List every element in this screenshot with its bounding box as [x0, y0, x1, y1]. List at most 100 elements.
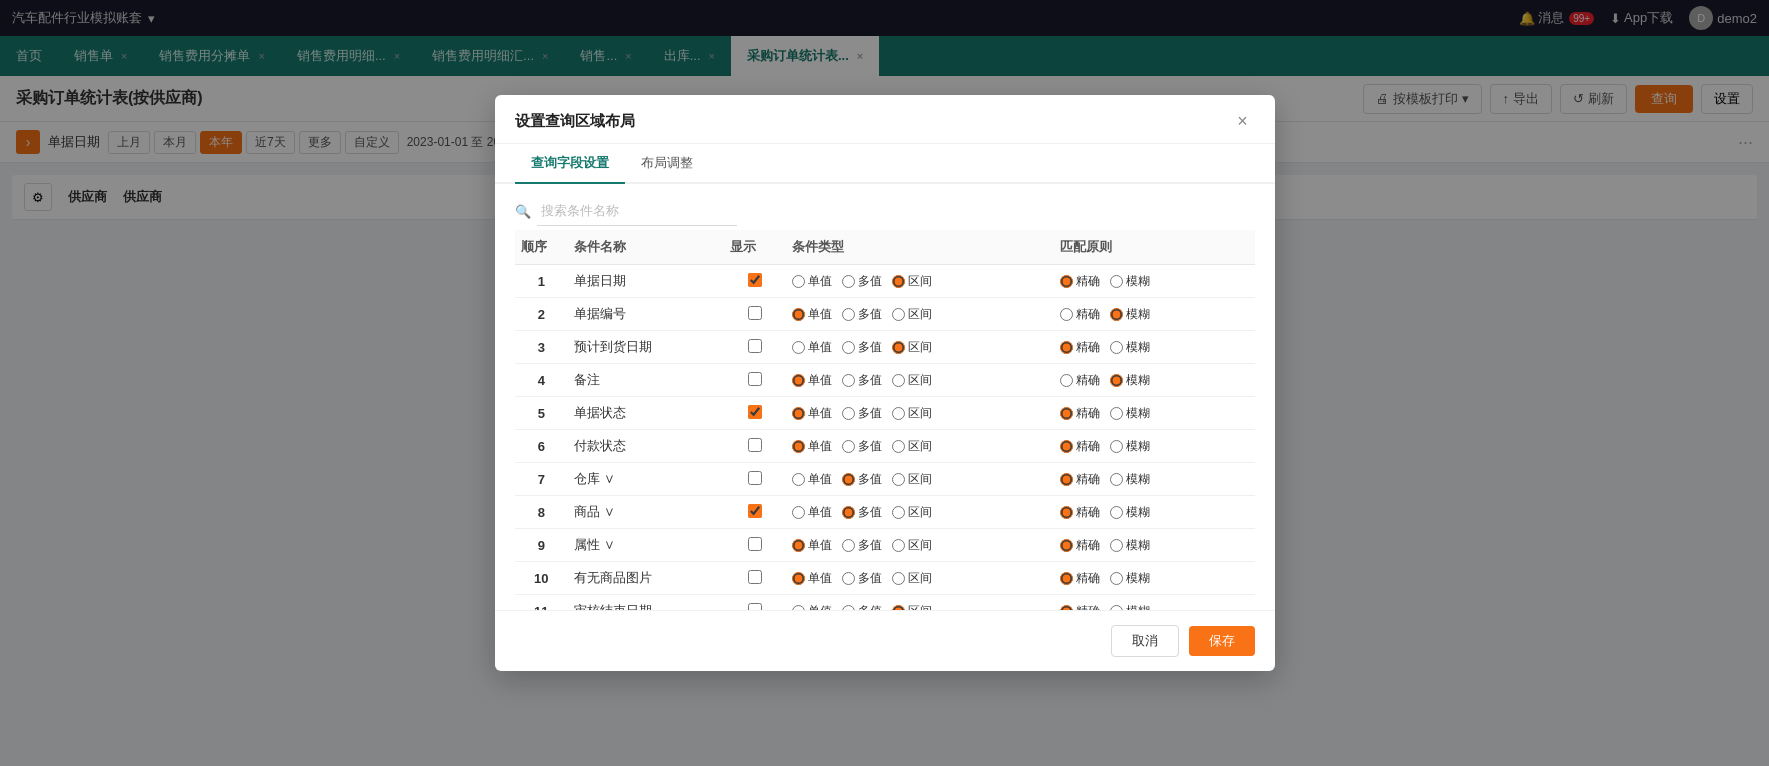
type-radio-input[interactable]: [792, 473, 805, 486]
match-radio-label[interactable]: 精确: [1060, 438, 1100, 455]
type-radio-label[interactable]: 单值: [792, 339, 832, 356]
match-radio-input[interactable]: [1110, 572, 1123, 585]
type-radio-input[interactable]: [842, 407, 855, 420]
type-radio-input[interactable]: [792, 572, 805, 585]
type-radio-input[interactable]: [892, 572, 905, 585]
match-radio-label[interactable]: 精确: [1060, 603, 1100, 611]
type-radio-label[interactable]: 多值: [842, 306, 882, 323]
type-radio-label[interactable]: 单值: [792, 603, 832, 611]
modal-overlay[interactable]: 设置查询区域布局 × 查询字段设置 布局调整 🔍 顺序 条件名称: [0, 0, 1769, 766]
type-radio-input[interactable]: [792, 407, 805, 420]
type-radio-input[interactable]: [792, 506, 805, 519]
show-checkbox-label[interactable]: [748, 440, 762, 455]
type-radio-input[interactable]: [892, 341, 905, 354]
type-radio-label[interactable]: 多值: [842, 504, 882, 521]
show-checkbox-input[interactable]: [748, 471, 762, 485]
match-radio-input[interactable]: [1110, 440, 1123, 453]
type-radio-input[interactable]: [892, 374, 905, 387]
match-radio-input[interactable]: [1110, 539, 1123, 552]
type-radio-label[interactable]: 多值: [842, 570, 882, 587]
show-checkbox-input[interactable]: [748, 603, 762, 611]
show-checkbox-input[interactable]: [748, 438, 762, 452]
show-checkbox-input[interactable]: [748, 504, 762, 518]
match-radio-input[interactable]: [1060, 539, 1073, 552]
type-radio-label[interactable]: 区间: [892, 273, 932, 290]
type-radio-input[interactable]: [792, 440, 805, 453]
show-checkbox-label[interactable]: [748, 275, 762, 290]
match-radio-input[interactable]: [1110, 275, 1123, 288]
modal-tab-query-fields[interactable]: 查询字段设置: [515, 144, 625, 184]
match-radio-input[interactable]: [1060, 374, 1073, 387]
show-checkbox-label[interactable]: [748, 407, 762, 422]
type-radio-label[interactable]: 多值: [842, 471, 882, 488]
type-radio-label[interactable]: 区间: [892, 372, 932, 389]
match-radio-label[interactable]: 模糊: [1110, 570, 1150, 587]
type-radio-label[interactable]: 单值: [792, 438, 832, 455]
match-radio-label[interactable]: 模糊: [1110, 339, 1150, 356]
cancel-button[interactable]: 取消: [1111, 625, 1179, 657]
type-radio-label[interactable]: 区间: [892, 471, 932, 488]
type-radio-input[interactable]: [842, 506, 855, 519]
type-radio-label[interactable]: 单值: [792, 537, 832, 554]
type-radio-label[interactable]: 单值: [792, 273, 832, 290]
type-radio-label[interactable]: 区间: [892, 339, 932, 356]
match-radio-label[interactable]: 精确: [1060, 504, 1100, 521]
type-radio-input[interactable]: [892, 275, 905, 288]
match-radio-input[interactable]: [1060, 473, 1073, 486]
show-checkbox-label[interactable]: [748, 374, 762, 389]
show-checkbox-label[interactable]: [748, 308, 762, 323]
show-checkbox-input[interactable]: [748, 405, 762, 419]
type-radio-label[interactable]: 区间: [892, 438, 932, 455]
type-radio-label[interactable]: 区间: [892, 537, 932, 554]
type-radio-input[interactable]: [892, 308, 905, 321]
match-radio-label[interactable]: 模糊: [1110, 504, 1150, 521]
type-radio-input[interactable]: [842, 341, 855, 354]
type-radio-input[interactable]: [842, 539, 855, 552]
show-checkbox-input[interactable]: [748, 339, 762, 353]
type-radio-input[interactable]: [792, 275, 805, 288]
type-radio-input[interactable]: [892, 407, 905, 420]
match-radio-label[interactable]: 模糊: [1110, 438, 1150, 455]
match-radio-label[interactable]: 精确: [1060, 537, 1100, 554]
show-checkbox-input[interactable]: [748, 570, 762, 584]
type-radio-label[interactable]: 区间: [892, 504, 932, 521]
show-checkbox-input[interactable]: [748, 537, 762, 551]
type-radio-input[interactable]: [892, 506, 905, 519]
type-radio-label[interactable]: 单值: [792, 570, 832, 587]
type-radio-input[interactable]: [792, 374, 805, 387]
type-radio-input[interactable]: [842, 308, 855, 321]
type-radio-input[interactable]: [892, 473, 905, 486]
show-checkbox-label[interactable]: [748, 506, 762, 521]
match-radio-input[interactable]: [1060, 308, 1073, 321]
type-radio-label[interactable]: 单值: [792, 504, 832, 521]
type-radio-label[interactable]: 单值: [792, 471, 832, 488]
type-radio-label[interactable]: 区间: [892, 405, 932, 422]
type-radio-label[interactable]: 多值: [842, 438, 882, 455]
modal-tab-layout-adjust[interactable]: 布局调整: [625, 144, 709, 184]
type-radio-label[interactable]: 单值: [792, 372, 832, 389]
match-radio-input[interactable]: [1060, 407, 1073, 420]
match-radio-label[interactable]: 精确: [1060, 273, 1100, 290]
type-radio-input[interactable]: [792, 308, 805, 321]
match-radio-label[interactable]: 精确: [1060, 471, 1100, 488]
match-radio-input[interactable]: [1060, 341, 1073, 354]
match-radio-input[interactable]: [1110, 374, 1123, 387]
type-radio-input[interactable]: [792, 341, 805, 354]
type-radio-input[interactable]: [792, 539, 805, 552]
match-radio-label[interactable]: 模糊: [1110, 405, 1150, 422]
type-radio-input[interactable]: [842, 473, 855, 486]
type-radio-label[interactable]: 单值: [792, 405, 832, 422]
type-radio-label[interactable]: 区间: [892, 603, 932, 611]
match-radio-label[interactable]: 精确: [1060, 339, 1100, 356]
match-radio-label[interactable]: 精确: [1060, 306, 1100, 323]
match-radio-input[interactable]: [1110, 506, 1123, 519]
type-radio-label[interactable]: 多值: [842, 537, 882, 554]
match-radio-label[interactable]: 模糊: [1110, 603, 1150, 611]
modal-close-button[interactable]: ×: [1231, 109, 1255, 133]
save-button[interactable]: 保存: [1189, 626, 1255, 656]
match-radio-label[interactable]: 模糊: [1110, 537, 1150, 554]
match-radio-label[interactable]: 精确: [1060, 372, 1100, 389]
show-checkbox-input[interactable]: [748, 372, 762, 386]
match-radio-input[interactable]: [1060, 572, 1073, 585]
match-radio-label[interactable]: 精确: [1060, 570, 1100, 587]
